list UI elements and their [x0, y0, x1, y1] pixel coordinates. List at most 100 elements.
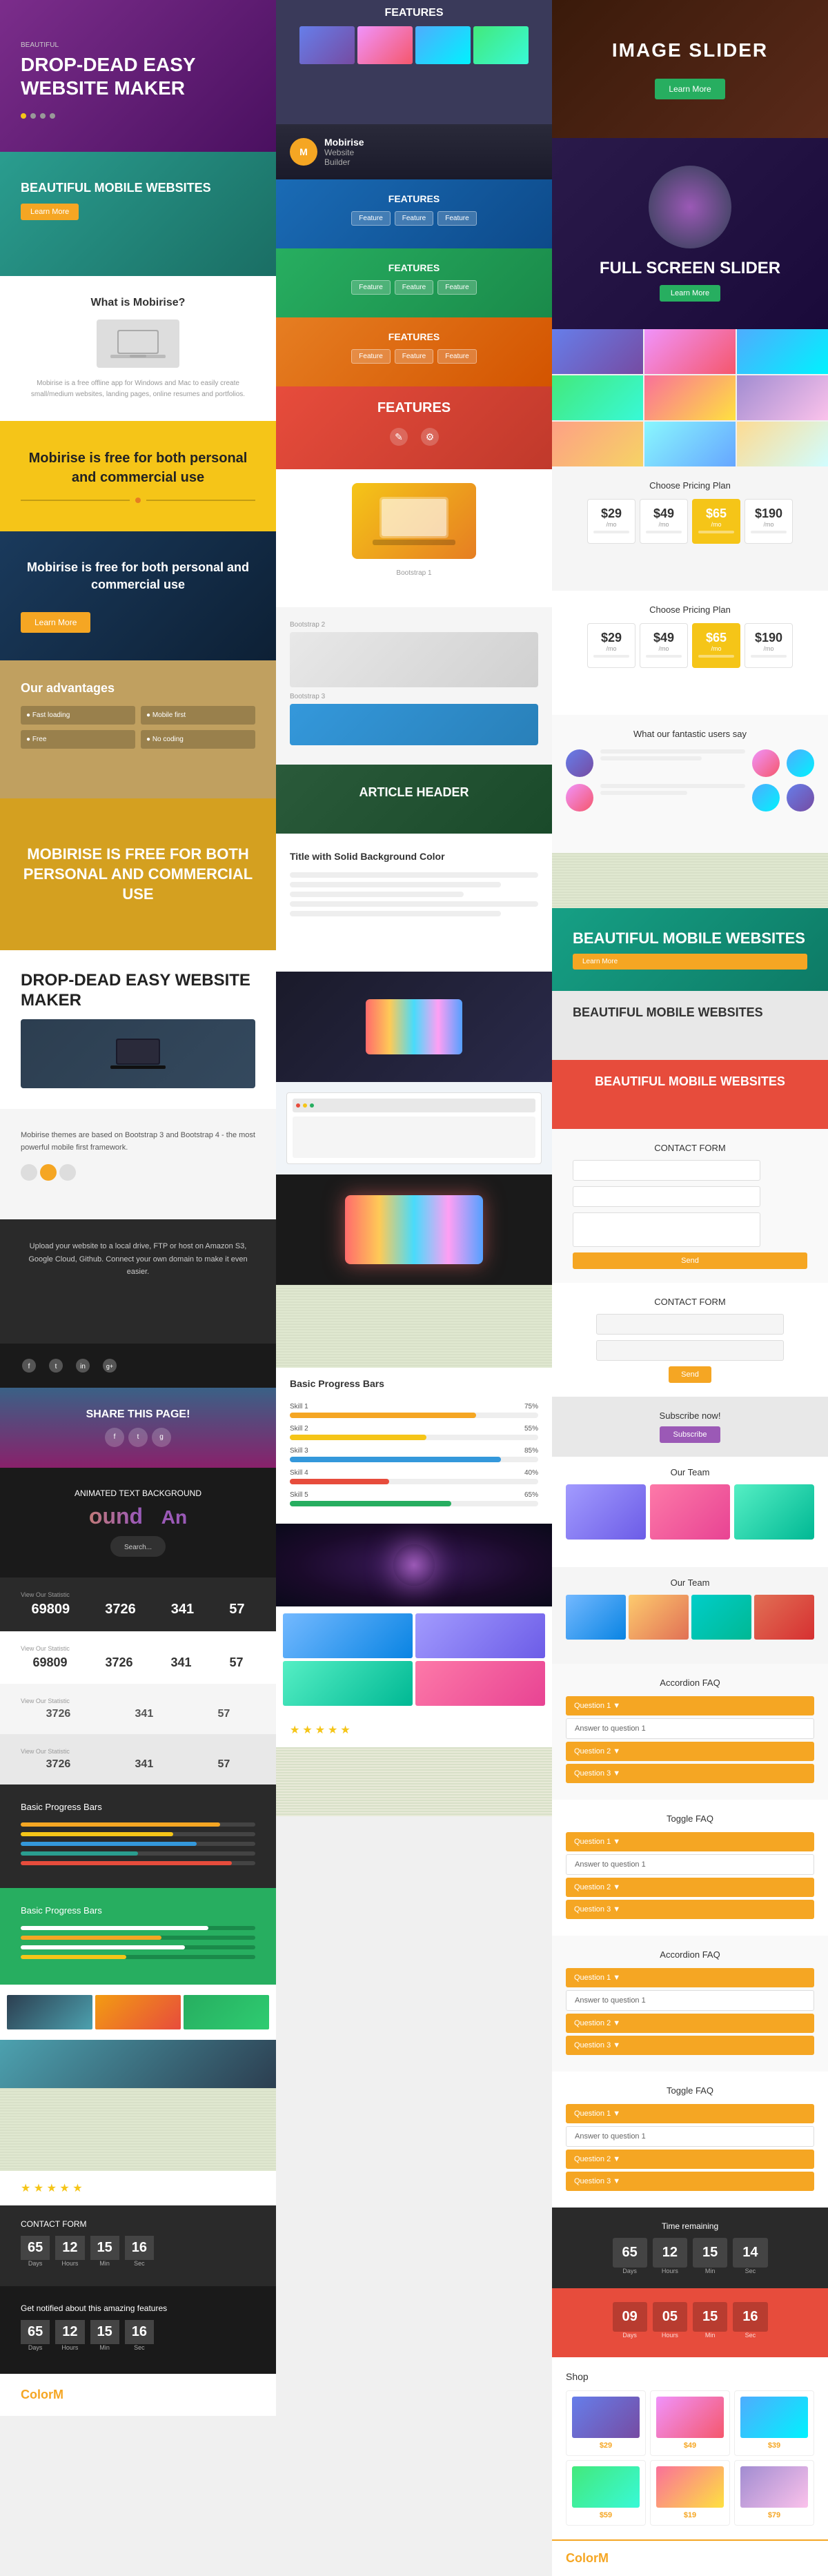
stat-num-2: 3726 [105, 1602, 136, 1618]
gm-img-4 [415, 1661, 545, 1706]
product-img-section [276, 972, 552, 1082]
free-use-blue-section: Mobirise is free for both personal and c… [0, 531, 276, 660]
cf-input-email-1[interactable] [573, 1186, 760, 1207]
feat-img-3 [415, 26, 471, 64]
gn-label-16: Sec [125, 2344, 154, 2351]
shop-item-2[interactable]: $49 [650, 2390, 730, 2456]
pm-fill-4 [290, 1479, 389, 1484]
shop-item-6[interactable]: $79 [734, 2460, 814, 2526]
subscribe-btn[interactable]: Subscribe [660, 1426, 721, 1443]
free-use-yellow-text: Mobirise is free for both personal and c… [21, 449, 255, 487]
faq-item-1[interactable]: Question 1 ▼ [566, 1696, 814, 1715]
free-use-blue-btn[interactable]: Learn More [21, 612, 90, 633]
stats-view-label-4: View Our Statistic [21, 1748, 255, 1755]
map-mid2-section [276, 1747, 552, 1816]
toggle-item-1[interactable]: Question 1 ▼ [566, 1832, 814, 1851]
hero-teal-btn[interactable]: Learn More [21, 204, 79, 220]
stat-item-1: 69809 [32, 1602, 70, 1618]
price-card-29-2[interactable]: $29 /mo [587, 623, 635, 668]
footer-icon-2: t [48, 1357, 64, 1374]
share-gplus-icon[interactable]: g [152, 1428, 171, 1447]
testi-line-3 [600, 784, 745, 788]
preview-dot-green [310, 1103, 314, 1108]
shop-price-1: $29 [572, 2441, 640, 2450]
faq-item-3[interactable]: Question 2 ▼ [566, 1742, 814, 1761]
pricing-title-1: Choose Pricing Plan [566, 480, 814, 491]
article-line-2 [290, 882, 501, 887]
full-screen-slider-btn[interactable]: Learn More [660, 285, 720, 302]
cf-input-message-1[interactable] [573, 1212, 760, 1247]
progress-green-section: Basic Progress Bars [0, 1888, 276, 1985]
team-photo-1 [566, 1484, 646, 1540]
mobirise-logo-letter: M [299, 146, 308, 157]
features-blue-title: Features [290, 193, 538, 204]
dot-accent-4 [50, 113, 55, 119]
features-top-title: Features [283, 7, 545, 19]
accordion-faq-title-2: Accordion FAQ [566, 1949, 814, 1960]
price-line-49 [646, 531, 682, 533]
image-slider-title: IMAGE SLIDER [612, 39, 768, 61]
star-2: ★ [34, 2183, 43, 2194]
price-card-29[interactable]: $29 /mo [587, 499, 635, 544]
hero-purple-subtitle: Beautiful [21, 41, 255, 49]
faq-item-a2-3[interactable]: Question 2 ▼ [566, 2014, 814, 2033]
pg-pbar-4 [21, 1955, 255, 1959]
get-notified-row: 65 Days 12 Hours 15 Min 16 Sec [21, 2320, 255, 2351]
cf-input-name-1[interactable] [573, 1160, 760, 1181]
cf-input-email-2[interactable] [596, 1340, 784, 1361]
share-twitter-icon[interactable]: t [128, 1428, 148, 1447]
pg-item-2 [644, 329, 736, 374]
cf-btn-send-1[interactable]: Send [573, 1252, 807, 1269]
shop-img-4 [572, 2466, 640, 2508]
stat-l-3: 57 [218, 1708, 230, 1720]
faq-item-a2-1[interactable]: Question 1 ▼ [566, 1968, 814, 1987]
toggle-item-2-4[interactable]: Question 3 ▼ [566, 2172, 814, 2191]
price-line-65 [698, 531, 734, 533]
shop-item-3[interactable]: $39 [734, 2390, 814, 2456]
price-card-65-featured[interactable]: $65 /mo [692, 499, 740, 544]
image-slider-btn[interactable]: Learn More [655, 79, 724, 99]
timer-r-num-09: 09 [613, 2302, 647, 2332]
shop-img-6 [740, 2466, 808, 2508]
price-period-190: /mo [751, 521, 787, 528]
faq-item-a2-4[interactable]: Question 3 ▼ [566, 2036, 814, 2055]
rating-stars-section: ★ ★ ★ ★ ★ [276, 1713, 552, 1747]
bmw-teal-btn[interactable]: Learn More [573, 954, 807, 970]
toggle-item-2-3[interactable]: Question 2 ▼ [566, 2150, 814, 2169]
gn-num-15: 15 Min [90, 2320, 119, 2351]
hero-teal-section: BEAUTIFUL MOBILE WEBSITES Learn More [0, 152, 276, 276]
advantages-title: Our advantages [21, 681, 255, 696]
pbar-bg-3 [21, 1842, 255, 1846]
price-card-49-2[interactable]: $49 /mo [640, 623, 688, 668]
share-fb-icon[interactable]: f [105, 1428, 124, 1447]
stats-white-1: View Our Statistic 69809 3726 341 57 [0, 1631, 276, 1684]
price-card-49[interactable]: $49 /mo [640, 499, 688, 544]
price-card-65-2[interactable]: $65 /mo [692, 623, 740, 668]
shop-item-5[interactable]: $19 [650, 2460, 730, 2526]
faq-item-4[interactable]: Question 3 ▼ [566, 1764, 814, 1783]
dot-accent-3 [40, 113, 46, 119]
testi-avatar-5 [752, 784, 780, 812]
toggle-item-2-1[interactable]: Question 1 ▼ [566, 2104, 814, 2123]
cf-btn-send-2[interactable]: Send [669, 1366, 711, 1383]
pg-item-1 [552, 329, 643, 374]
toggle-item-3[interactable]: Question 2 ▼ [566, 1878, 814, 1897]
cf-input-name-2[interactable] [596, 1314, 784, 1335]
article-header-section: ARTICLE HEADER [276, 765, 552, 834]
toggle-item-4[interactable]: Question 3 ▼ [566, 1900, 814, 1919]
shop-item-1[interactable]: $29 [566, 2390, 646, 2456]
price-card-190[interactable]: $190 /mo [745, 499, 793, 544]
gn-label-12: Hours [55, 2344, 84, 2351]
price-49-2: $49 [646, 631, 682, 645]
stat-g-1: 3726 [46, 1758, 71, 1771]
shop-item-4[interactable]: $59 [566, 2460, 646, 2526]
timer-r-label-05: Hours [653, 2332, 687, 2339]
pm-bar-4: Skill 440% [290, 1469, 538, 1484]
pbar-bg-1 [21, 1822, 255, 1827]
laptop-section: Bootstrap 1 [276, 469, 552, 607]
colorm-logo: ColorM [21, 2388, 63, 2402]
pm-bar-2: Skill 255% [290, 1425, 538, 1440]
testi-content-1 [600, 749, 745, 777]
timer-num-65: 65 [613, 2238, 647, 2268]
price-card-190-2[interactable]: $190 /mo [745, 623, 793, 668]
